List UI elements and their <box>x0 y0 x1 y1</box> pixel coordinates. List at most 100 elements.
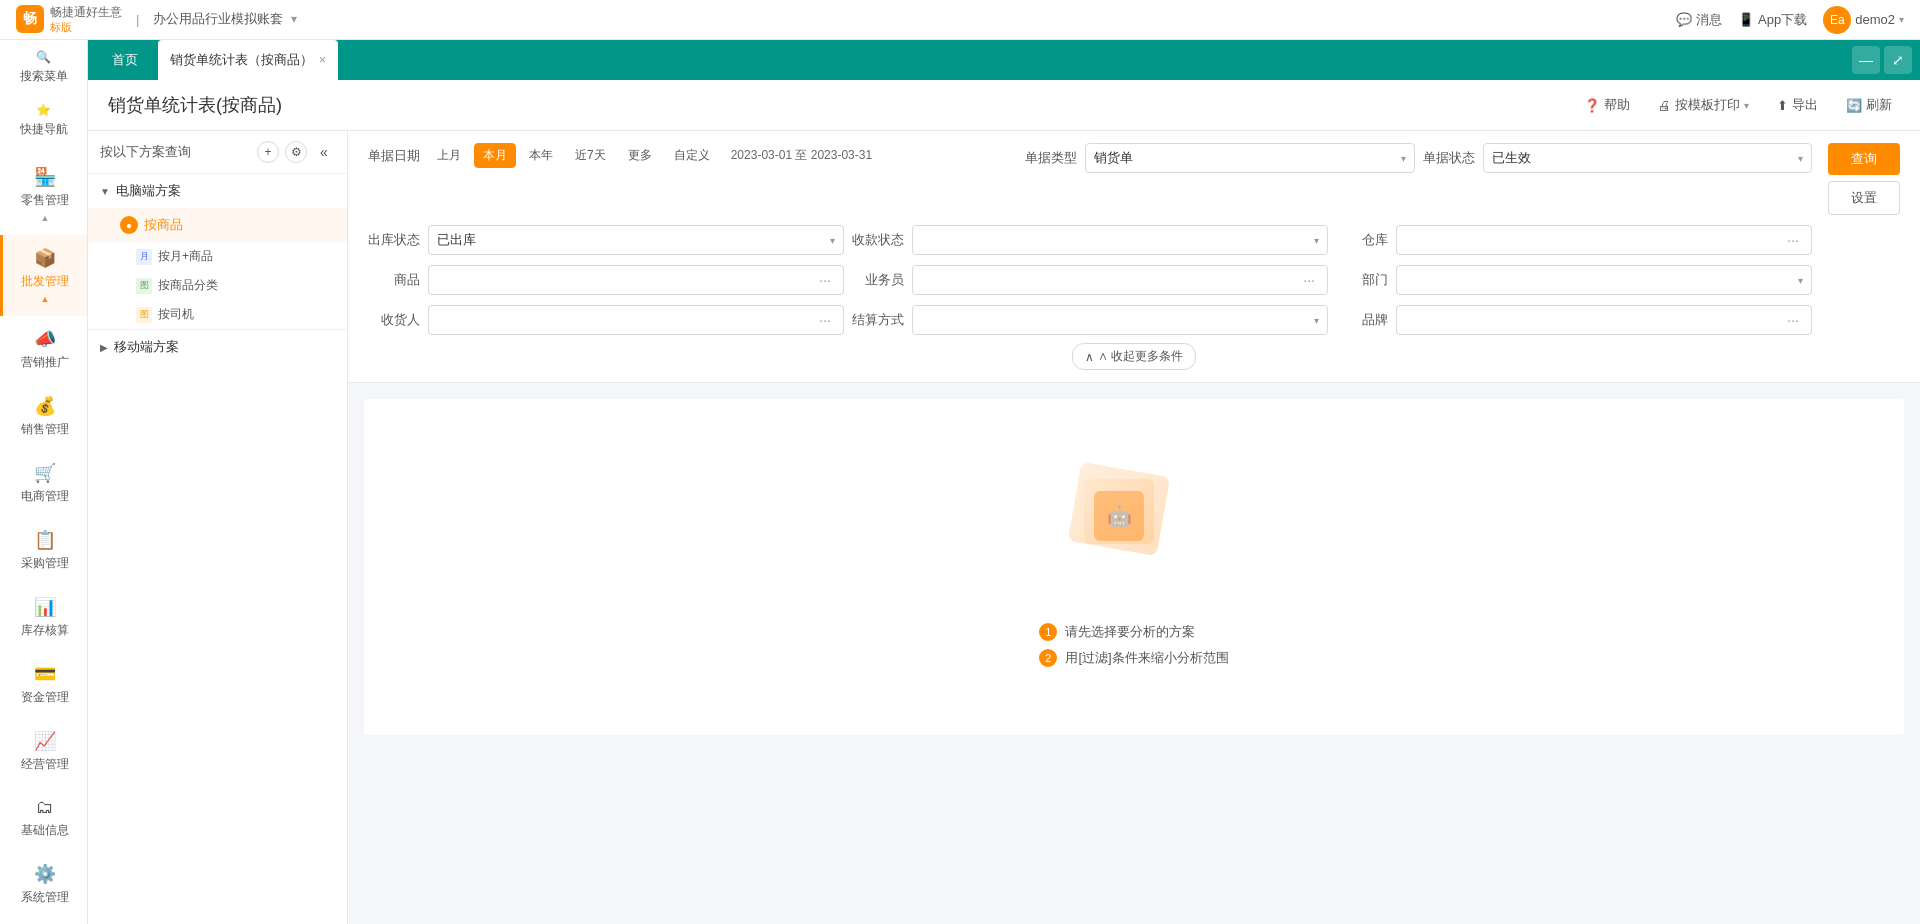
user-menu[interactable]: Ea demo2 ▾ <box>1823 6 1904 34</box>
scheme-sub-item-monthly[interactable]: 月 按月+商品 <box>88 242 347 271</box>
sidebar-item-wholesale[interactable]: 📦 批发管理 ▲ <box>0 235 87 316</box>
search-menu[interactable]: 🔍 搜索菜单 <box>0 40 87 95</box>
add-scheme-button[interactable]: + <box>257 141 279 163</box>
scheme-item-by-goods[interactable]: ● 按商品 <box>88 208 347 242</box>
app-download-button[interactable]: 📱 App下载 <box>1738 11 1807 29</box>
mobile-scheme-group-header[interactable]: ▶ 移动端方案 <box>88 329 347 364</box>
date-tab-last-month[interactable]: 上月 <box>428 143 470 168</box>
procurement-icon: 📋 <box>34 529 56 551</box>
payment-status-select[interactable]: ▾ <box>912 225 1328 255</box>
system-icon: ⚙️ <box>34 863 56 885</box>
payment-status-arrow: ▾ <box>1314 235 1319 246</box>
step-num-1: 1 <box>1039 623 1057 641</box>
date-tab-more[interactable]: 更多 <box>619 143 661 168</box>
sidebar-item-label: 批发管理 <box>21 273 69 290</box>
print-dropdown-icon: ▾ <box>1744 100 1749 111</box>
quick-nav[interactable]: ⭐ 快捷导航 <box>0 95 87 146</box>
query-button[interactable]: 查询 <box>1828 143 1900 175</box>
download-icon: 📱 <box>1738 12 1754 27</box>
department-filter-item: 部门 ▾ <box>1336 265 1812 295</box>
sidebar-item-procurement[interactable]: 📋 采购管理 <box>0 517 87 584</box>
date-tab-custom[interactable]: 自定义 <box>665 143 719 168</box>
empty-steps: 1 请先选择要分析的方案 2 用[过滤]条件来缩小分析范围 <box>1039 623 1228 675</box>
top-bar: 畅 畅捷通好生意 标版 | 办公用品行业模拟账套 ▾ 💬 消息 📱 App下载 … <box>0 0 1920 40</box>
sidebar-item-retail[interactable]: 🏪 零售管理 ▲ <box>0 154 87 235</box>
print-label: 按模板打印 <box>1675 96 1740 114</box>
date-tab-this-year[interactable]: 本年 <box>520 143 562 168</box>
sidebar-item-label: 基础信息 <box>21 822 69 839</box>
empty-step-2: 2 用[过滤]条件来缩小分析范围 <box>1039 649 1228 667</box>
scheme-sub-item-driver[interactable]: 图 按司机 <box>88 300 347 329</box>
operation-icon: 📈 <box>34 730 56 752</box>
pc-scheme-group-header[interactable]: ▼ 电脑端方案 <box>88 174 347 208</box>
print-button[interactable]: 🖨 按模板打印 ▾ <box>1650 92 1757 118</box>
collapse-button[interactable]: ∧ ∧ 收起更多条件 <box>1072 343 1196 370</box>
sidebar-item-ecommerce[interactable]: 🛒 电商管理 <box>0 450 87 517</box>
right-content: 单据日期 上月 本月 本年 近7天 更多 自定义 <box>348 131 1920 924</box>
department-select[interactable]: ▾ <box>1396 265 1812 295</box>
maximize-button[interactable]: ⤢ <box>1884 46 1912 74</box>
page-title: 销货单统计表(按商品) <box>108 93 282 117</box>
date-tab-7days[interactable]: 近7天 <box>566 143 615 168</box>
sidebar-item-label: 系统管理 <box>21 889 69 906</box>
setting-scheme-button[interactable]: ⚙ <box>285 141 307 163</box>
message-button[interactable]: 💬 消息 <box>1676 11 1722 29</box>
sidebar-item-system[interactable]: ⚙️ 系统管理 <box>0 851 87 918</box>
goods-dots[interactable]: ··· <box>815 272 835 288</box>
empty-step-1-text: 请先选择要分析的方案 <box>1065 623 1195 641</box>
payment-status-filter-item: 收款状态 ▾ <box>852 225 1328 255</box>
help-button[interactable]: ❓ 帮助 <box>1576 92 1638 118</box>
brand-input[interactable]: ··· <box>1396 305 1812 335</box>
app-download-label: App下载 <box>1758 11 1807 29</box>
receiver-input[interactable]: ··· <box>428 305 844 335</box>
sidebar-item-label: 采购管理 <box>21 555 69 572</box>
mobile-scheme-label: 移动端方案 <box>114 338 179 356</box>
tab-home[interactable]: 首页 <box>96 40 154 80</box>
sidebar-item-basic[interactable]: 🗂 基础信息 <box>0 785 87 851</box>
date-tab-this-month[interactable]: 本月 <box>474 143 516 168</box>
three-panel: 按以下方案查询 + ⚙ « ▼ 电脑端方案 <box>88 131 1920 924</box>
out-status-select[interactable]: 已出库 ▾ <box>428 225 844 255</box>
workspace-label[interactable]: 办公用品行业模拟账套 <box>153 10 283 28</box>
tab-active[interactable]: 销货单统计表（按商品） × <box>158 40 338 80</box>
receiver-label: 收货人 <box>368 311 428 329</box>
doc-type-select[interactable]: 销货单 ▾ <box>1085 143 1414 173</box>
top-bar-left: 畅 畅捷通好生意 标版 | 办公用品行业模拟账套 ▾ <box>16 5 297 35</box>
sidebar-item-inventory[interactable]: 📊 库存核算 <box>0 584 87 651</box>
doc-status-select[interactable]: 已生效 ▾ <box>1483 143 1812 173</box>
workspace-dropdown-icon[interactable]: ▾ <box>291 12 297 26</box>
driver-icon: 图 <box>136 307 152 323</box>
collapse-panel-button[interactable]: « <box>313 141 335 163</box>
export-button[interactable]: ⬆ 导出 <box>1769 92 1826 118</box>
salesman-label: 业务员 <box>852 271 912 289</box>
warehouse-input[interactable]: ··· <box>1396 225 1812 255</box>
settings-button[interactable]: 设置 <box>1828 181 1900 215</box>
brand-dots[interactable]: ··· <box>1783 312 1803 328</box>
settlement-select[interactable]: ▾ <box>912 305 1328 335</box>
warehouse-label: 仓库 <box>1336 231 1396 249</box>
refresh-label: 刷新 <box>1866 96 1892 114</box>
tab-active-label: 销货单统计表（按商品） <box>170 51 313 69</box>
refresh-icon: 🔄 <box>1846 98 1862 113</box>
empty-step-2-text: 用[过滤]条件来缩小分析范围 <box>1065 649 1228 667</box>
out-status-value: 已出库 <box>437 231 476 249</box>
salesman-dots[interactable]: ··· <box>1299 272 1319 288</box>
sidebar-item-finance[interactable]: 💳 资金管理 <box>0 651 87 718</box>
filter-row-2: 出库状态 已出库 ▾ 收款状态 ▾ <box>368 225 1900 255</box>
active-scheme-icon: ● <box>120 216 138 234</box>
scheme-sub-item-category[interactable]: 图 按商品分类 <box>88 271 347 300</box>
salesman-input[interactable]: ··· <box>912 265 1328 295</box>
goods-input[interactable]: ··· <box>428 265 844 295</box>
sidebar-item-operation[interactable]: 📈 经营管理 <box>0 718 87 785</box>
user-name: demo2 <box>1855 12 1895 27</box>
nav-icon: ⭐ <box>36 103 51 117</box>
warehouse-dots[interactable]: ··· <box>1783 232 1803 248</box>
tab-close-button[interactable]: × <box>319 54 326 66</box>
refresh-button[interactable]: 🔄 刷新 <box>1838 92 1900 118</box>
receiver-dots[interactable]: ··· <box>815 312 835 328</box>
sidebar-item-marketing[interactable]: 📣 营销推广 <box>0 316 87 383</box>
minimize-button[interactable]: — <box>1852 46 1880 74</box>
sidebar-item-enterprise[interactable]: 🤝 企业协同 <box>0 918 87 924</box>
sidebar-item-sales[interactable]: 💰 销售管理 <box>0 383 87 450</box>
out-status-arrow: ▾ <box>830 235 835 246</box>
